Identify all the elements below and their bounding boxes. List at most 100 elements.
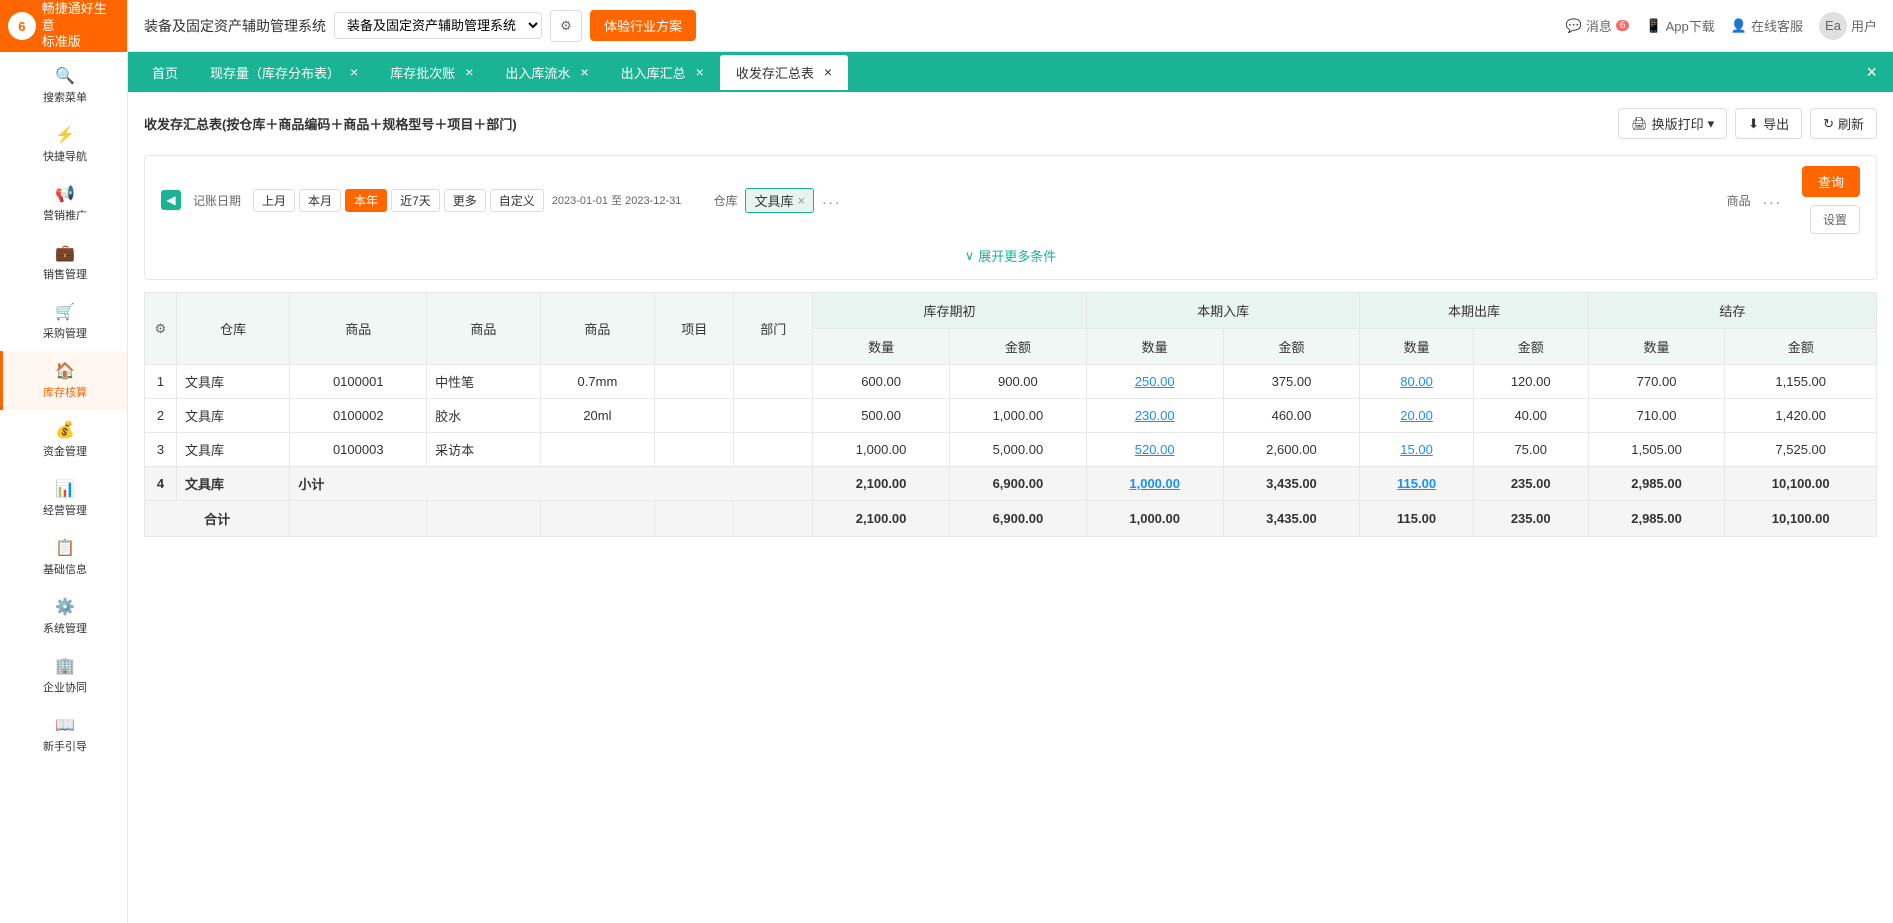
subtotal-warehouse: 文具库 — [177, 467, 290, 501]
row-dept — [734, 399, 813, 433]
subtotal-out-qty: 115.00 — [1360, 467, 1473, 501]
sidebar-item-marketing[interactable]: 📢 营销推广 — [0, 174, 127, 233]
tab-close-batch[interactable]: × — [465, 64, 473, 80]
sidebar-item-guide[interactable]: 📖 新手引导 — [0, 705, 127, 764]
expand-more-button[interactable]: ∨ 展开更多条件 — [965, 246, 1057, 265]
tab-batch[interactable]: 库存批次账 × — [374, 55, 489, 90]
date-btn-this-month[interactable]: 本月 — [299, 189, 341, 212]
sidebar-item-enterprise[interactable]: 🏢 企业协同 — [0, 646, 127, 705]
query-button[interactable]: 查询 — [1802, 166, 1860, 197]
row-out-amt: 75.00 — [1473, 433, 1588, 467]
tab-close-inout-flow[interactable]: × — [580, 64, 588, 80]
date-btn-7days[interactable]: 近7天 — [391, 189, 440, 212]
sidebar-item-label: 营销推广 — [43, 207, 87, 223]
inventory-icon: 🏠 — [55, 361, 75, 381]
system-select[interactable]: 装备及固定资产辅助管理系统 — [334, 12, 542, 39]
app-download-button[interactable]: 📱 App下载 — [1645, 16, 1714, 35]
row-no: 1 — [145, 365, 177, 399]
logo-icon: 6 — [8, 12, 36, 40]
date-btn-more[interactable]: 更多 — [444, 189, 486, 212]
close-all-tabs-button[interactable]: × — [1858, 62, 1885, 83]
trial-button[interactable]: 体验行业方案 — [590, 10, 696, 41]
expand-more-row: ∨ 展开更多条件 — [161, 242, 1860, 269]
sidebar-item-basic[interactable]: 📋 基础信息 — [0, 528, 127, 587]
closing-group-header: 结存 — [1588, 293, 1876, 329]
sidebar-item-label: 系统管理 — [43, 620, 87, 636]
sidebar-item-label: 新手引导 — [43, 738, 87, 754]
subtotal-in-qty: 1,000.00 — [1086, 467, 1223, 501]
refresh-icon: ↻ — [1823, 116, 1834, 132]
total-dept — [734, 501, 813, 537]
row-in-qty: 250.00 — [1086, 365, 1223, 399]
in-qty-header: 数量 — [1086, 329, 1223, 365]
row-close-amt: 1,155.00 — [1725, 365, 1877, 399]
print-icon: 🖨 — [1631, 116, 1648, 132]
tab-home-label: 首页 — [152, 63, 178, 82]
print-button[interactable]: 🖨 换版打印 ▾ — [1618, 108, 1727, 139]
tab-close-inout-summary[interactable]: × — [696, 64, 704, 80]
inbound-group-header: 本期入库 — [1086, 293, 1360, 329]
filter-collapse-button[interactable]: ◀ — [161, 190, 181, 210]
logo-area: 6 畅捷通好生意 标准版 — [0, 0, 127, 52]
user-avatar[interactable]: Ea 用户 — [1819, 12, 1877, 40]
sidebar-item-quick[interactable]: ⚡ 快捷导航 — [0, 115, 127, 174]
tab-close-recv-summary[interactable]: × — [824, 64, 832, 80]
date-btn-this-year[interactable]: 本年 — [345, 189, 387, 212]
tab-inout-summary[interactable]: 出入库汇总 × — [605, 55, 720, 90]
sidebar-item-label: 资金管理 — [43, 443, 87, 459]
export-button[interactable]: ⬇ 导出 — [1735, 108, 1802, 139]
warehouse-more-dots[interactable]: ... — [822, 191, 841, 209]
online-service-button[interactable]: 👤 在线客服 — [1731, 16, 1803, 35]
message-button[interactable]: 💬 消息 6 — [1566, 16, 1630, 35]
row-open-qty: 1,000.00 — [813, 433, 950, 467]
sidebar-item-label: 快捷导航 — [43, 148, 87, 164]
tab-stock-dist[interactable]: 现存量（库存分布表） × — [194, 55, 374, 90]
tab-label: 现存量（库存分布表） — [210, 63, 340, 82]
total-in-qty: 1,000.00 — [1086, 501, 1223, 537]
date-buttons: 上月 本月 本年 近7天 更多 自定义 2023-01-01 至 2023-12… — [253, 189, 681, 212]
tab-close-stock-dist[interactable]: × — [350, 64, 358, 80]
sidebar-item-label: 搜索菜单 — [43, 89, 87, 105]
open-amt-header: 金额 — [949, 329, 1086, 365]
row-no: 3 — [145, 433, 177, 467]
sidebar-item-label: 销售管理 — [43, 266, 87, 282]
date-btn-custom[interactable]: 自定义 — [490, 189, 544, 212]
sales-icon: 💼 — [55, 243, 75, 263]
tab-home[interactable]: 首页 — [136, 55, 194, 90]
row-goods-code: 0100001 — [290, 365, 427, 399]
date-range-text: 2023-01-01 至 2023-12-31 — [552, 192, 682, 208]
sidebar-item-purchase[interactable]: 🛒 采购管理 — [0, 292, 127, 351]
date-label: 记账日期 — [193, 192, 241, 209]
row-open-qty: 600.00 — [813, 365, 950, 399]
chevron-down-icon: ▾ — [1708, 116, 1715, 132]
date-btn-last-month[interactable]: 上月 — [253, 189, 295, 212]
sidebar-item-system[interactable]: ⚙️ 系统管理 — [0, 587, 127, 646]
settings-gear-button[interactable]: ⚙ — [550, 10, 582, 42]
filter-settings-button[interactable]: 设置 — [1810, 205, 1860, 234]
sidebar: 6 畅捷通好生意 标准版 🔍 搜索菜单 ⚡ 快捷导航 📢 营销推广 💼 销售管理… — [0, 0, 128, 923]
sidebar-item-sales[interactable]: 💼 销售管理 — [0, 233, 127, 292]
total-project — [655, 501, 734, 537]
refresh-button[interactable]: ↻ 刷新 — [1810, 108, 1877, 139]
sidebar-item-label: 基础信息 — [43, 561, 87, 577]
goods-more-dots[interactable]: ... — [1763, 191, 1782, 209]
row-out-qty: 15.00 — [1360, 433, 1473, 467]
tab-label: 出入库流水 — [505, 63, 570, 82]
warehouse-tag-remove[interactable]: × — [797, 193, 805, 208]
tab-inout-flow[interactable]: 出入库流水 × — [489, 55, 604, 90]
sidebar-item-inventory[interactable]: 🏠 库存核算 — [0, 351, 127, 410]
table-row: 1 文具库 0100001 中性笔 0.7mm 600.00 900.00 25… — [145, 365, 1877, 399]
sidebar-item-finance[interactable]: 💰 资金管理 — [0, 410, 127, 469]
outbound-group-header: 本期出库 — [1360, 293, 1588, 329]
total-label-cell: 合计 — [145, 501, 290, 537]
tab-recv-summary[interactable]: 收发存汇总表 × — [720, 55, 848, 90]
content-area: 收发存汇总表(按仓库＋商品编码＋商品＋规格型号＋项目＋部门) 🖨 换版打印 ▾ … — [128, 92, 1893, 923]
row-out-amt: 120.00 — [1473, 365, 1588, 399]
sidebar-item-business[interactable]: 📊 经营管理 — [0, 469, 127, 528]
table-settings-header: ⚙ — [145, 293, 177, 365]
sidebar-item-search[interactable]: 🔍 搜索菜单 — [0, 56, 127, 115]
table-settings-gear-icon[interactable]: ⚙ — [155, 321, 167, 336]
search-icon: 🔍 — [55, 66, 75, 86]
row-out-qty: 20.00 — [1360, 399, 1473, 433]
project-col-header: 项目 — [655, 293, 734, 365]
